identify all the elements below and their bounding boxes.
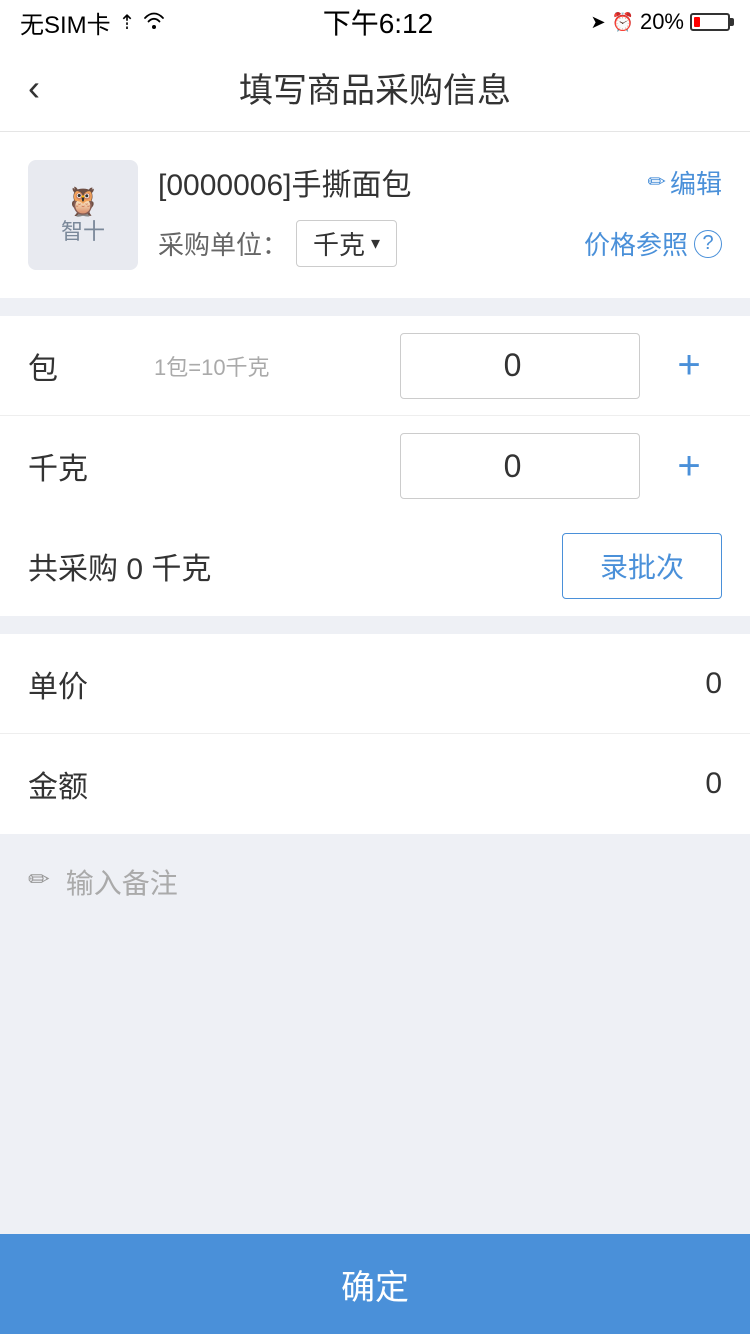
bao-input-row: 包 1包=10千克 + xyxy=(0,316,750,416)
summary-row: 共采购 0 千克 录批次 xyxy=(0,516,750,616)
battery-percent: 20% xyxy=(640,9,684,35)
price-section: 单价 0 金额 0 xyxy=(0,634,750,834)
divider-2 xyxy=(0,616,750,634)
unit-select[interactable]: 千克 ▾ xyxy=(296,220,397,267)
status-left: 无SIM卡 ⇡ xyxy=(20,5,165,40)
batch-button[interactable]: 录批次 xyxy=(562,533,722,599)
confirm-button[interactable]: 确定 xyxy=(0,1234,750,1334)
notes-area[interactable]: ✏ 输入备注 xyxy=(0,834,750,1014)
price-ref-button[interactable]: 价格参照 ? xyxy=(584,225,722,262)
amount-label: 金额 xyxy=(28,762,88,806)
amount-value: 0 xyxy=(705,767,722,801)
unit-price-row: 单价 0 xyxy=(0,634,750,734)
location-icon: ➤ xyxy=(590,12,605,33)
kg-label: 千克 xyxy=(28,444,148,488)
kg-input-wrap: + xyxy=(148,433,722,499)
nav-bar: ‹ 填写商品采购信息 xyxy=(0,44,750,132)
bao-quantity-input[interactable] xyxy=(400,333,640,399)
page-title: 填写商品采购信息 xyxy=(239,63,511,112)
back-button[interactable]: ‹ xyxy=(28,67,40,109)
bao-plus-button[interactable]: + xyxy=(656,333,722,399)
divider-1 xyxy=(0,298,750,316)
carrier-label: 无SIM卡 xyxy=(20,5,111,40)
wifi-signal xyxy=(143,8,165,36)
kg-plus-button[interactable]: + xyxy=(656,433,722,499)
bao-input-wrap: + xyxy=(270,333,722,399)
battery-icon xyxy=(690,13,730,31)
product-logo: 🦉 智十 xyxy=(61,185,105,245)
help-icon: ? xyxy=(694,230,722,258)
amount-row: 金额 0 xyxy=(0,734,750,834)
product-header: [0000006]手撕面包 ✏ 编辑 xyxy=(158,160,722,204)
product-image: 🦉 智十 xyxy=(28,160,138,270)
unit-label: 采购单位： xyxy=(158,225,288,262)
product-info: [0000006]手撕面包 ✏ 编辑 采购单位： 千克 ▾ 价格参照 ? xyxy=(158,160,722,267)
input-section: 包 1包=10千克 + 千克 + xyxy=(0,316,750,516)
chevron-down-icon: ▾ xyxy=(371,233,380,254)
pencil-icon: ✏ xyxy=(28,864,50,895)
kg-input-row: 千克 + xyxy=(0,416,750,516)
kg-quantity-input[interactable] xyxy=(400,433,640,499)
edit-button[interactable]: ✏ 编辑 xyxy=(648,164,722,201)
status-time: 下午6:12 xyxy=(323,2,434,42)
unit-row: 采购单位： 千克 ▾ 价格参照 ? xyxy=(158,220,722,267)
summary-text: 共采购 0 千克 xyxy=(28,544,211,588)
bao-label: 包 xyxy=(28,344,148,388)
wifi-icon: ⇡ xyxy=(119,10,136,35)
unit-price-label: 单价 xyxy=(28,662,88,706)
bao-hint: 1包=10千克 xyxy=(154,350,270,382)
product-name: [0000006]手撕面包 xyxy=(158,160,411,204)
unit-info: 采购单位： 千克 ▾ xyxy=(158,220,397,267)
alarm-icon: ⏰ xyxy=(612,12,634,33)
status-right: ➤ ⏰ 20% xyxy=(590,9,730,35)
notes-placeholder: 输入备注 xyxy=(66,862,178,902)
unit-price-value: 0 xyxy=(705,667,722,701)
confirm-label: 确定 xyxy=(341,1260,409,1309)
edit-icon: ✏ xyxy=(648,169,666,195)
product-card: 🦉 智十 [0000006]手撕面包 ✏ 编辑 采购单位： 千克 ▾ 价格参照 … xyxy=(0,132,750,298)
status-bar: 无SIM卡 ⇡ 下午6:12 ➤ ⏰ 20% xyxy=(0,0,750,44)
